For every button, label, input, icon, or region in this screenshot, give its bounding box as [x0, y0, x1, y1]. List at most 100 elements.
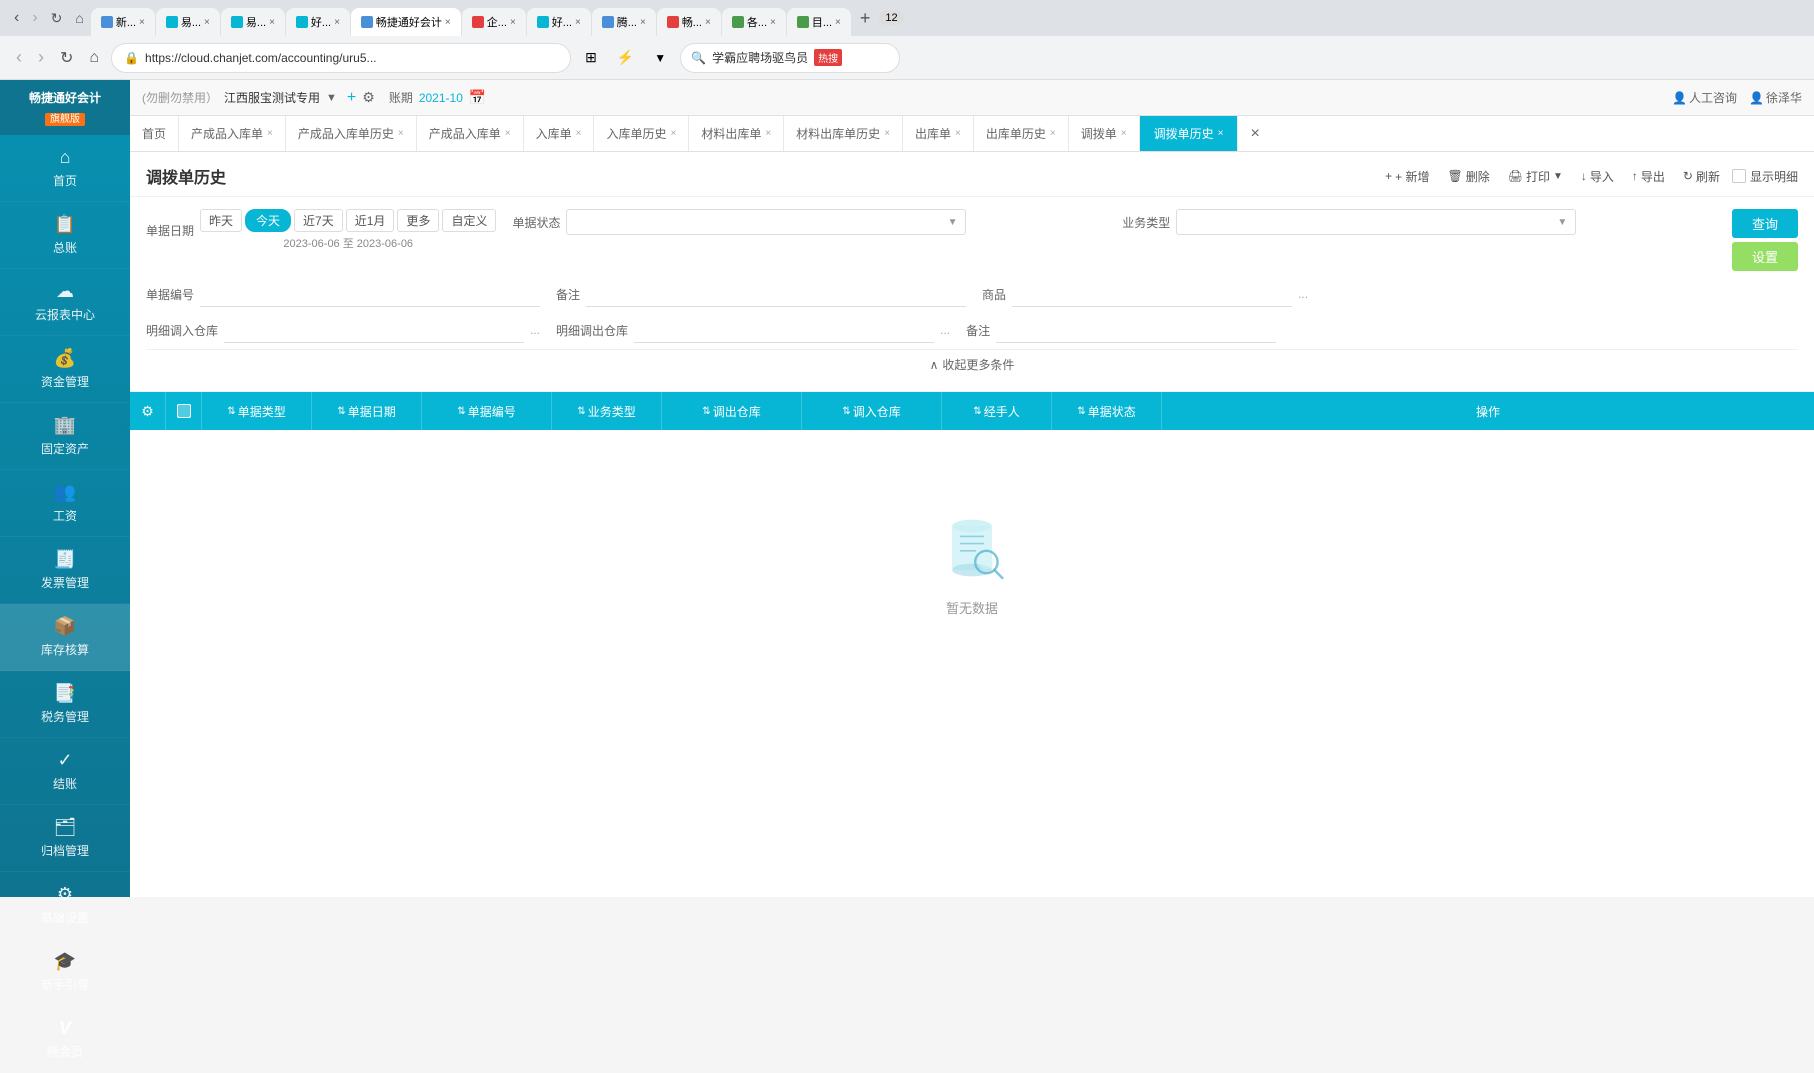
- sidebar-item-tax[interactable]: 📑 税务管理: [0, 671, 130, 738]
- page-tab-8[interactable]: 出库单 ×: [903, 116, 974, 152]
- page-tab-10[interactable]: 调拨单 ×: [1069, 116, 1140, 152]
- sidebar-item-invoice[interactable]: 🧾 发票管理: [0, 537, 130, 604]
- reload-btn[interactable]: ↻: [56, 46, 77, 70]
- address-bar[interactable]: 🔒 https://cloud.chanjet.com/accounting/u…: [111, 43, 571, 73]
- page-tab-3[interactable]: 产成品入库单 ×: [417, 116, 524, 152]
- th-type[interactable]: ⇅ 单据类型: [202, 392, 312, 430]
- sidebar-item-assets[interactable]: 🏢 固定资产: [0, 403, 130, 470]
- page-tab-1[interactable]: 产成品入库单 ×: [179, 116, 286, 152]
- page-tab-5[interactable]: 入库单历史 ×: [594, 116, 689, 152]
- goods-filter-input[interactable]: [1012, 281, 1292, 307]
- browser-back-btn[interactable]: ‹: [8, 5, 25, 31]
- goods-ellipsis-btn[interactable]: ...: [1298, 287, 1308, 301]
- display-toggle[interactable]: 显示明细: [1732, 168, 1798, 185]
- collapse-btn[interactable]: ∧ 收起更多条件: [146, 349, 1798, 379]
- detail-in-ellipsis[interactable]: ...: [530, 323, 540, 337]
- user-avatar[interactable]: 👤 徐泽华: [1749, 89, 1802, 106]
- remark-filter-input[interactable]: [586, 281, 966, 307]
- th-handler[interactable]: ⇅ 经手人: [942, 392, 1052, 430]
- tab-close-icon[interactable]: ×: [204, 17, 210, 28]
- tab-close-icon[interactable]: ×: [445, 17, 451, 28]
- user-service-btn[interactable]: 👤 人工咨询: [1672, 89, 1737, 106]
- browser-home-btn[interactable]: ⌂: [69, 6, 89, 30]
- back-btn[interactable]: ‹: [12, 45, 26, 70]
- sidebar-item-ledger[interactable]: 📋 总账: [0, 202, 130, 269]
- active-tab-close-btn[interactable]: ×: [1218, 128, 1224, 139]
- th-status[interactable]: ⇅ 单据状态: [1052, 392, 1162, 430]
- sidebar-item-guide[interactable]: 🎓 新手引导: [0, 939, 130, 1006]
- tab-close-icon[interactable]: ×: [139, 17, 145, 28]
- delete-btn[interactable]: 🗑 删除: [1441, 165, 1495, 188]
- sidebar-item-inventory[interactable]: 📦 库存核算: [0, 604, 130, 671]
- browser-tab[interactable]: 新... ×: [91, 8, 155, 36]
- date-btn-more[interactable]: 更多: [397, 209, 439, 232]
- sidebar-item-vip[interactable]: V 畅会员: [0, 1006, 130, 1073]
- th-out-warehouse[interactable]: ⇅ 调出仓库: [662, 392, 802, 430]
- tab-close-icon[interactable]: ×: [705, 17, 711, 28]
- tab-close-btn[interactable]: ×: [955, 128, 961, 139]
- tab-close-icon[interactable]: ×: [835, 17, 841, 28]
- browser-tab[interactable]: 腾... ×: [592, 8, 656, 36]
- page-tab-6[interactable]: 材料出库单 ×: [689, 116, 784, 152]
- tab-close-icon[interactable]: ×: [770, 17, 776, 28]
- tab-close-icon[interactable]: ×: [334, 17, 340, 28]
- sidebar-item-payroll[interactable]: 👥 工资: [0, 470, 130, 537]
- new-tab-btn[interactable]: +: [852, 6, 879, 31]
- browser-tab[interactable]: 好... ×: [286, 8, 350, 36]
- th-biz-type[interactable]: ⇅ 业务类型: [552, 392, 662, 430]
- date-btn-custom[interactable]: 自定义: [442, 209, 496, 232]
- home-btn[interactable]: ⌂: [85, 47, 103, 69]
- add-company-btn[interactable]: +: [347, 89, 356, 107]
- browser-forward-btn[interactable]: ›: [26, 5, 43, 31]
- query-btn[interactable]: 查询: [1732, 209, 1798, 238]
- th-gear[interactable]: ⚙: [130, 392, 166, 430]
- print-btn[interactable]: 🖨 打印 ▼: [1502, 165, 1569, 188]
- search-bar[interactable]: 🔍 学霸应聘场驱鸟员 热搜: [680, 43, 900, 73]
- period-value[interactable]: 2021-10: [419, 91, 463, 105]
- performance-icon[interactable]: ⚡: [611, 45, 640, 70]
- browser-tab[interactable]: 各... ×: [722, 8, 786, 36]
- tab-close-icon[interactable]: ×: [575, 17, 581, 28]
- detail-in-input[interactable]: [224, 317, 524, 343]
- sidebar-item-archive[interactable]: 🗂 归档管理: [0, 805, 130, 872]
- browser-tab[interactable]: 企... ×: [462, 8, 526, 36]
- sidebar-item-settings[interactable]: ⚙ 基础设置: [0, 872, 130, 939]
- tab-close-icon[interactable]: ×: [269, 17, 275, 28]
- refresh-btn[interactable]: ↻ 刷新: [1677, 165, 1726, 188]
- new-btn[interactable]: + + 新增: [1379, 165, 1435, 188]
- tab-close-btn[interactable]: ×: [505, 128, 511, 139]
- date-btn-yesterday[interactable]: 昨天: [200, 209, 242, 232]
- tab-close-btn[interactable]: ×: [1121, 128, 1127, 139]
- import-btn[interactable]: ↓ 导入: [1575, 165, 1620, 188]
- status-select[interactable]: ▼: [566, 209, 966, 235]
- tab-close-icon[interactable]: ×: [510, 17, 516, 28]
- page-tab-4[interactable]: 入库单 ×: [524, 116, 595, 152]
- date-btn-7days[interactable]: 近7天: [294, 209, 343, 232]
- browser-tab-active[interactable]: 畅捷通好会计 ×: [351, 8, 461, 36]
- page-tab-home[interactable]: 首页: [130, 116, 179, 152]
- th-date[interactable]: ⇅ 单据日期: [312, 392, 422, 430]
- address-dropdown-btn[interactable]: ▼: [648, 47, 672, 69]
- page-tab-9[interactable]: 出库单历史 ×: [974, 116, 1069, 152]
- company-dropdown-icon[interactable]: ▼: [326, 92, 337, 104]
- forward-btn[interactable]: ›: [34, 45, 48, 70]
- page-tab-2[interactable]: 产成品入库单历史 ×: [286, 116, 417, 152]
- browser-tab[interactable]: 畅... ×: [657, 8, 721, 36]
- company-settings-icon[interactable]: ⚙: [362, 89, 375, 106]
- detail-out-ellipsis[interactable]: ...: [940, 323, 950, 337]
- calendar-icon[interactable]: 📅: [469, 89, 486, 106]
- detail-remark-input[interactable]: [996, 317, 1276, 343]
- browser-tab[interactable]: 好... ×: [527, 8, 591, 36]
- browser-tab[interactable]: 易... ×: [156, 8, 220, 36]
- browser-tab[interactable]: 易... ×: [221, 8, 285, 36]
- sidebar-item-funds[interactable]: 💰 资金管理: [0, 336, 130, 403]
- tab-close-icon[interactable]: ×: [640, 17, 646, 28]
- th-checkbox[interactable]: [166, 392, 202, 430]
- tab-close-btn[interactable]: ×: [576, 128, 582, 139]
- sidebar-item-home[interactable]: ⌂ 首页: [0, 135, 130, 202]
- biz-type-select[interactable]: ▼: [1176, 209, 1576, 235]
- sidebar-item-reports[interactable]: ☁ 云报表中心: [0, 269, 130, 336]
- th-number[interactable]: ⇅ 单据编号: [422, 392, 552, 430]
- th-in-warehouse[interactable]: ⇅ 调入仓库: [802, 392, 942, 430]
- export-btn[interactable]: ↑ 导出: [1626, 165, 1671, 188]
